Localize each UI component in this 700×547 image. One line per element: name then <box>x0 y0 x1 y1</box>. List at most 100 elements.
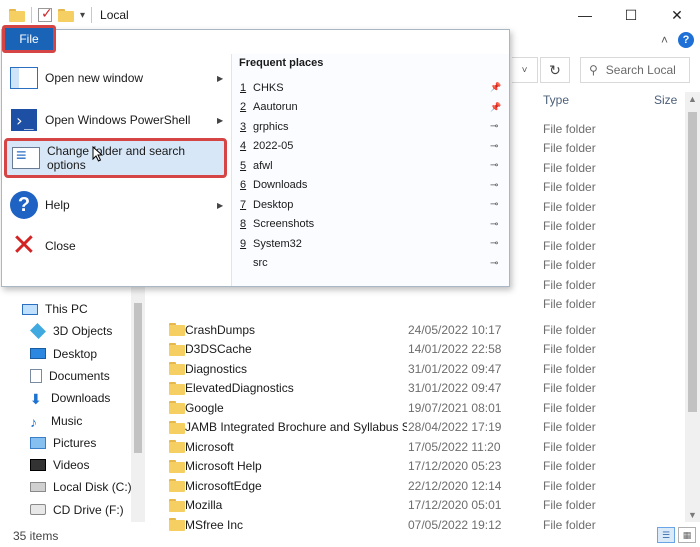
frequent-place-item[interactable]: 5 afwl ⊸ <box>232 156 510 176</box>
file-type: File folder <box>543 258 596 273</box>
nav-item-label: Desktop <box>53 346 98 361</box>
file-date: 17/12/2020 05:01 <box>408 498 502 513</box>
frequent-place-item[interactable]: 8 Screenshots ⊸ <box>232 215 510 235</box>
file-menu: Open new window ▶ ›_ Open Windows PowerShel… <box>1 29 510 287</box>
frequent-place-name: afwl <box>253 159 273 172</box>
file-type: File folder <box>543 459 596 474</box>
scroll-up-icon[interactable]: ▲ <box>688 94 697 104</box>
table-row[interactable]: Google 19/07/2021 08:01 File folder <box>160 398 685 418</box>
table-row[interactable]: JAMB Integrated Brochure and Syllabus S.… <box>160 418 685 438</box>
table-row[interactable]: D3DSCache 14/01/2022 22:58 File folder <box>160 340 685 360</box>
open-new-window-item[interactable]: Open new window ▶ <box>2 58 230 98</box>
frequent-place-item[interactable]: 2 Aautorun 📌 <box>232 98 510 118</box>
details-view-icon[interactable]: ☰ <box>657 527 675 543</box>
nav-item[interactable]: 3D Objects <box>30 321 112 341</box>
pin-icon[interactable]: ⊸ <box>490 199 498 210</box>
table-row[interactable]: Microsoft Help 17/12/2020 05:23 File folde… <box>160 457 685 477</box>
frequent-places-panel: Frequent places 1 CHKS 📌 2 Aautorun 📌 3 grphics… <box>231 54 509 286</box>
file-type: File folder <box>543 361 596 376</box>
minimize-button[interactable]: — <box>562 0 608 30</box>
nav-item[interactable]: This PC <box>22 299 88 319</box>
ribbon-controls: ˄ ? <box>661 32 694 48</box>
pinned-icon[interactable]: 📌 <box>490 102 501 113</box>
table-row[interactable]: Diagnostics 31/01/2022 09:47 File folder <box>160 359 685 379</box>
large-icons-view-icon[interactable]: ▦ <box>678 527 696 543</box>
nav-item[interactable]: Desktop <box>30 344 97 364</box>
file-type: File folder <box>543 439 596 454</box>
nav-item[interactable]: Local Disk (C:) <box>30 477 132 497</box>
frequent-place-number: 2 <box>240 101 247 114</box>
table-row[interactable]: ElevatedDiagnostics 31/01/2022 09:47 File … <box>160 379 685 399</box>
pin-icon[interactable]: ⊸ <box>490 238 498 249</box>
file-tab[interactable]: File <box>2 25 56 53</box>
navigation-scrollbar[interactable] <box>131 285 145 522</box>
column-header-type[interactable]: Type <box>543 93 569 107</box>
open-powershell-item[interactable]: ›_ Open Windows PowerShell ▶ <box>2 100 230 140</box>
window-title: Local <box>100 8 129 22</box>
frequent-place-name: src <box>253 257 268 270</box>
frequent-place-item[interactable]: 7 Desktop ⊸ <box>232 195 510 215</box>
customize-toolbar-icon[interactable]: ▾ <box>80 10 85 21</box>
menu-icon-wrap <box>11 143 41 173</box>
frequent-place-item[interactable]: 9 System32 ⊸ <box>232 234 510 254</box>
pin-icon[interactable]: ⊸ <box>490 180 498 191</box>
properties-icon[interactable] <box>38 5 53 22</box>
table-row[interactable]: File folder <box>160 295 685 315</box>
refresh-button[interactable]: ↻ <box>540 57 570 83</box>
address-dropdown-button[interactable]: ˅ <box>512 57 538 83</box>
frequent-place-item[interactable]: 1 CHKS 📌 <box>232 78 510 98</box>
pin-icon[interactable]: ⊸ <box>490 258 498 269</box>
file-type: File folder <box>543 322 596 337</box>
frequent-place-item[interactable]: src ⊸ <box>232 254 510 274</box>
file-date: 31/01/2022 09:47 <box>408 381 502 396</box>
file-type: File folder <box>543 342 596 357</box>
folder-icon <box>169 381 185 395</box>
pin-icon[interactable]: ⊸ <box>490 160 498 171</box>
close-item[interactable]: ✕ Close <box>2 226 230 266</box>
file-name: D3DSCache <box>185 342 252 357</box>
collapse-ribbon-icon[interactable]: ˄ <box>661 33 668 47</box>
table-row[interactable]: MicrosoftEdge 22/12/2020 12:14 File folder <box>160 476 685 496</box>
file-name: Google <box>185 400 224 415</box>
pin-icon[interactable]: ⊸ <box>490 219 498 230</box>
column-header-size[interactable]: Size <box>654 93 677 107</box>
music-icon: ♪ <box>30 413 37 430</box>
scrollbar-thumb[interactable] <box>134 303 142 453</box>
folder-icon <box>169 342 185 356</box>
file-type: File folder <box>543 478 596 493</box>
help-icon[interactable]: ? <box>678 32 694 48</box>
table-row[interactable]: Mozilla 17/12/2020 05:01 File folder <box>160 496 685 516</box>
scroll-down-icon[interactable]: ▼ <box>688 510 697 520</box>
search-input[interactable]: ⚲ Search Local <box>580 57 690 83</box>
frequent-place-item[interactable]: 4 2022-05 ⊸ <box>232 137 510 157</box>
nav-item[interactable]: CD Drive (F:) <box>30 500 124 520</box>
pin-icon[interactable]: ⊸ <box>490 121 498 132</box>
table-row[interactable]: CrashDumps 24/05/2022 10:17 File folder <box>160 320 685 340</box>
local-disk-icon <box>30 482 46 493</box>
nav-item[interactable]: ♪ Music <box>30 411 82 431</box>
close-window-button[interactable]: ✕ <box>654 0 700 30</box>
folder-icon <box>169 323 185 336</box>
file-name: MicrosoftEdge <box>185 478 262 493</box>
pin-icon[interactable]: ⊸ <box>490 141 498 152</box>
frequent-place-item[interactable]: 3 grphics ⊸ <box>232 117 510 137</box>
window-controls: — ☐ ✕ <box>562 0 700 30</box>
nav-item[interactable]: Documents <box>30 366 110 386</box>
new-folder-icon[interactable] <box>58 8 74 22</box>
nav-item[interactable]: Pictures <box>30 433 96 453</box>
table-row[interactable]: Microsoft 17/05/2022 11:20 File folder <box>160 437 685 457</box>
change-folder-options-item[interactable]: Change folder and search options <box>4 138 227 178</box>
help-item[interactable]: ? Help ▶ <box>2 185 230 225</box>
powershell-icon: ›_ <box>11 109 37 131</box>
nav-item[interactable]: Videos <box>30 455 89 475</box>
maximize-button[interactable]: ☐ <box>608 0 654 30</box>
downloads-icon: ⬇ <box>30 391 42 408</box>
scrollbar-thumb[interactable] <box>688 112 697 412</box>
pinned-icon[interactable]: 📌 <box>490 82 501 93</box>
column-headers: Type Size <box>510 93 685 111</box>
frequent-place-name: CHKS <box>253 81 284 94</box>
nav-item-label: Local Disk (C:) <box>53 480 132 495</box>
nav-item[interactable]: ⬇ Downloads <box>30 388 110 408</box>
file-list-scrollbar[interactable]: ▲ ▼ <box>685 92 700 522</box>
frequent-place-item[interactable]: 6 Downloads ⊸ <box>232 176 510 196</box>
